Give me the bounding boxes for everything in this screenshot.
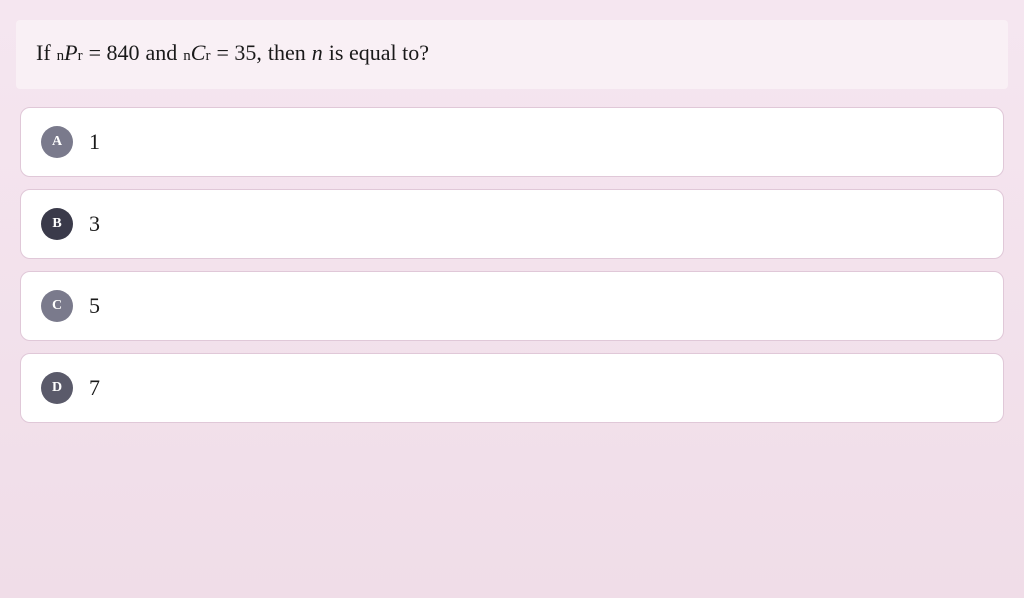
- expr1-eq: = 840: [89, 36, 140, 69]
- options-container: A 1 B 3 C 5 D 7: [16, 107, 1008, 423]
- suffix-post: is equal to?: [329, 36, 429, 69]
- question-area: If nPr = 840 and nCr = 35, then n is equ…: [16, 20, 1008, 89]
- badge-d: D: [41, 372, 73, 404]
- suffix-pre: then: [268, 36, 306, 69]
- option-c[interactable]: C 5: [20, 271, 1004, 341]
- option-b[interactable]: B 3: [20, 189, 1004, 259]
- expr-npr: nPr: [57, 36, 83, 69]
- badge-a: A: [41, 126, 73, 158]
- question-text: If nPr = 840 and nCr = 35, then n is equ…: [36, 36, 988, 69]
- option-a-value: 1: [89, 129, 100, 155]
- option-b-value: 3: [89, 211, 100, 237]
- page-container: If nPr = 840 and nCr = 35, then n is equ…: [0, 0, 1024, 598]
- conjunction: and: [146, 36, 178, 69]
- option-d[interactable]: D 7: [20, 353, 1004, 423]
- expr-ncr: nCr: [183, 36, 210, 69]
- npr-letter: P: [64, 36, 77, 69]
- badge-c: C: [41, 290, 73, 322]
- option-d-value: 7: [89, 375, 100, 401]
- option-a[interactable]: A 1: [20, 107, 1004, 177]
- badge-b: B: [41, 208, 73, 240]
- ncr-letter: C: [191, 36, 206, 69]
- question-prefix: If: [36, 36, 51, 69]
- variable-n: n: [312, 36, 323, 69]
- option-c-value: 5: [89, 293, 100, 319]
- expr2-eq: = 35,: [216, 36, 261, 69]
